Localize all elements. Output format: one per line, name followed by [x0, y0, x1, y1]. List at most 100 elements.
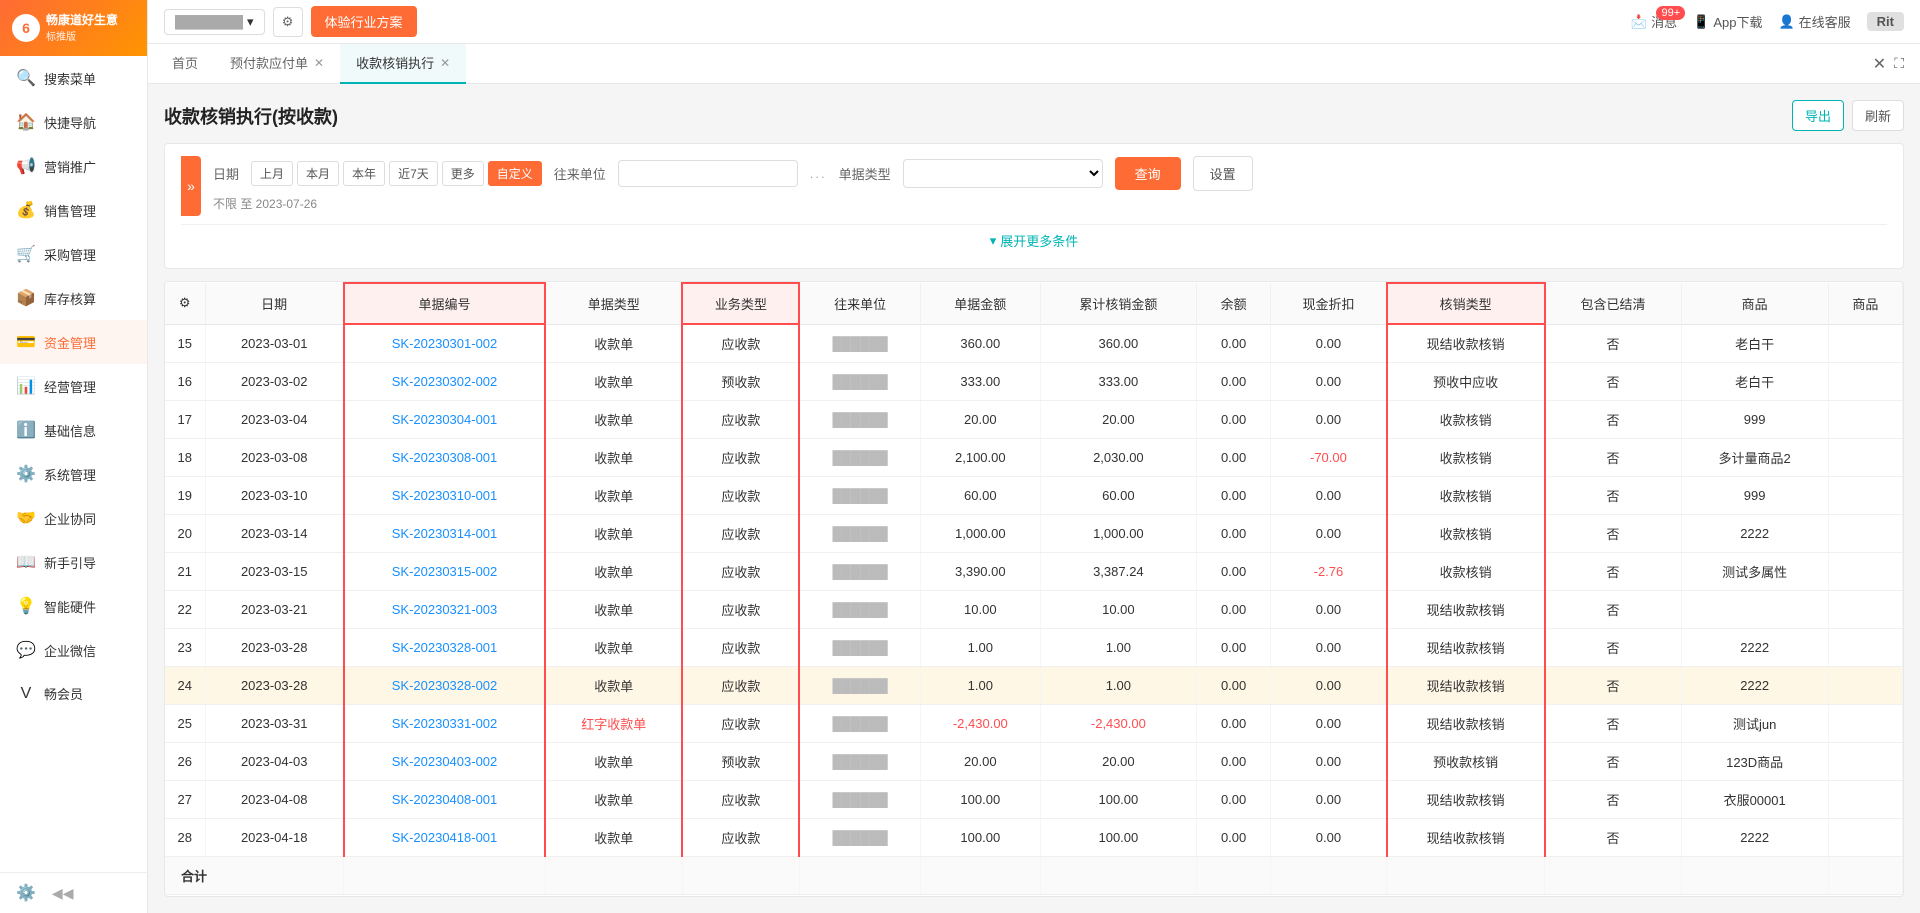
row-voucher-no[interactable]: SK-20230302-002 — [344, 363, 545, 401]
row-product: 999 — [1681, 401, 1828, 439]
message-icon: 📩 — [1631, 14, 1647, 30]
sidebar-item-inventory[interactable]: 📦 库存核算 — [0, 276, 147, 320]
date-btn-last-month[interactable]: 上月 — [251, 161, 293, 186]
tab-home[interactable]: 首页 — [156, 44, 214, 84]
voucher-type-select[interactable] — [903, 159, 1103, 188]
row-amount: 20.00 — [920, 743, 1040, 781]
date-btn-this-year[interactable]: 本年 — [343, 161, 385, 186]
th-settings[interactable]: ⚙ — [165, 283, 205, 324]
gear-button[interactable]: ⚙ — [273, 7, 303, 37]
sidebar: 6 畅康道好生意 标推版 🔍 搜索菜单 🏠 快捷导航 📢 营销推广 💰 销售管理… — [0, 0, 148, 913]
expand-arrow[interactable]: » — [181, 156, 201, 216]
row-biz-type: 应收款 — [682, 629, 799, 667]
row-date: 2023-03-01 — [205, 324, 344, 363]
th-cash-discount: 现金折扣 — [1271, 283, 1387, 324]
app-download-btn[interactable]: 📱 App下载 — [1693, 12, 1762, 31]
row-voucher-no[interactable]: SK-20230321-003 — [344, 591, 545, 629]
row-voucher-no[interactable]: SK-20230315-002 — [344, 553, 545, 591]
sidebar-settings-icon[interactable]: ⚙️ — [16, 883, 36, 903]
row-include-cleared: 否 — [1545, 591, 1682, 629]
row-voucher-no[interactable]: SK-20230301-002 — [344, 324, 545, 363]
sidebar-item-guide[interactable]: 📖 新手引导 — [0, 540, 147, 584]
table-row: 182023-03-08SK-20230308-001收款单应收款██████2… — [165, 439, 1903, 477]
sidebar-item-quick-nav[interactable]: 🏠 快捷导航 — [0, 100, 147, 144]
row-voucher-no[interactable]: SK-20230308-001 — [344, 439, 545, 477]
date-btn-custom[interactable]: 自定义 — [488, 161, 542, 186]
online-service-btn[interactable]: 👤 在线客服 — [1778, 12, 1850, 31]
industry-btn[interactable]: 体验行业方案 — [311, 6, 417, 37]
row-voucher-no[interactable]: SK-20230328-002 — [344, 667, 545, 705]
sidebar-item-wechat[interactable]: 💬 企业微信 — [0, 628, 147, 672]
table-row: 172023-03-04SK-20230304-001收款单应收款██████2… — [165, 401, 1903, 439]
row-amount: 100.00 — [920, 781, 1040, 819]
sidebar-item-sales[interactable]: 💰 销售管理 — [0, 188, 147, 232]
row-voucher-type: 红字收款单 — [545, 705, 682, 743]
filter-settings-btn[interactable]: 设置 — [1193, 156, 1253, 191]
row-writeoff-type: 现结收款核销 — [1387, 667, 1545, 705]
row-date: 2023-03-14 — [205, 515, 344, 553]
row-writeoff-type: 收款核销 — [1387, 477, 1545, 515]
row-voucher-no[interactable]: SK-20230314-001 — [344, 515, 545, 553]
tab-collection[interactable]: 收款核销执行 ✕ — [340, 44, 466, 84]
row-voucher-no[interactable]: SK-20230328-001 — [344, 629, 545, 667]
sidebar-label-purchase: 采购管理 — [44, 245, 96, 264]
partner-input[interactable] — [618, 160, 798, 187]
row-voucher-no[interactable]: SK-20230408-001 — [344, 781, 545, 819]
row-voucher-type: 收款单 — [545, 439, 682, 477]
date-btn-this-month[interactable]: 本月 — [297, 161, 339, 186]
tab-fullscreen-icon[interactable]: ⛶ — [1894, 55, 1904, 72]
refresh-btn[interactable]: 刷新 — [1852, 100, 1904, 131]
row-voucher-no[interactable]: SK-20230331-002 — [344, 705, 545, 743]
sidebar-item-operation[interactable]: 📊 经营管理 — [0, 364, 147, 408]
date-btn-more[interactable]: 更多 — [442, 161, 484, 186]
row-writeoff: 20.00 — [1040, 743, 1196, 781]
sidebar-item-enterprise[interactable]: 🤝 企业协同 — [0, 496, 147, 540]
sidebar-item-member[interactable]: V 畅会员 — [0, 672, 147, 715]
tab-close-icon[interactable]: ✕ — [1873, 54, 1886, 74]
tab-prepay-close[interactable]: ✕ — [314, 56, 324, 70]
query-btn[interactable]: 查询 — [1115, 157, 1181, 190]
row-include-cleared: 否 — [1545, 401, 1682, 439]
sidebar-collapse-icon[interactable]: ◀◀ — [52, 885, 74, 902]
total-product2 — [1828, 857, 1902, 895]
topbar-right: 📩 消息 99+ 📱 App下载 👤 在线客服 Rit — [1631, 12, 1904, 31]
sidebar-item-search[interactable]: 🔍 搜索菜单 — [0, 56, 147, 100]
tab-prepay[interactable]: 预付款应付单 ✕ — [214, 44, 340, 84]
row-writeoff-type: 现结收款核销 — [1387, 591, 1545, 629]
sidebar-item-system[interactable]: ⚙️ 系统管理 — [0, 452, 147, 496]
sidebar-item-basic[interactable]: ℹ️ 基础信息 — [0, 408, 147, 452]
row-partner: ██████ — [799, 705, 920, 743]
row-voucher-no[interactable]: SK-20230418-001 — [344, 819, 545, 857]
wechat-icon: 💬 — [16, 640, 36, 660]
sidebar-item-hardware[interactable]: 💡 智能硬件 — [0, 584, 147, 628]
sidebar-item-finance[interactable]: 💳 资金管理 — [0, 320, 147, 364]
date-btn-7days[interactable]: 近7天 — [389, 161, 438, 186]
total-amount — [920, 857, 1040, 895]
tab-home-label: 首页 — [172, 53, 198, 72]
row-voucher-no[interactable]: SK-20230403-002 — [344, 743, 545, 781]
row-voucher-no[interactable]: SK-20230310-001 — [344, 477, 545, 515]
tabbar: 首页 预付款应付单 ✕ 收款核销执行 ✕ ✕ ⛶ — [148, 44, 1920, 84]
table-row: 222023-03-21SK-20230321-003收款单应收款██████1… — [165, 591, 1903, 629]
expand-more-btn[interactable]: ▾ 展开更多条件 — [181, 224, 1887, 256]
sidebar-item-purchase[interactable]: 🛒 采购管理 — [0, 232, 147, 276]
sidebar-label-finance: 资金管理 — [44, 333, 96, 352]
row-writeoff: 3,387.24 — [1040, 553, 1196, 591]
row-no: 18 — [165, 439, 205, 477]
user-avatar[interactable]: Rit — [1867, 12, 1904, 31]
tab-collection-close[interactable]: ✕ — [440, 56, 450, 70]
message-btn[interactable]: 📩 消息 99+ — [1631, 12, 1677, 31]
row-writeoff-type: 现结收款核销 — [1387, 705, 1545, 743]
sidebar-item-marketing[interactable]: 📢 营销推广 — [0, 144, 147, 188]
voucher-type-label: 单据类型 — [839, 164, 891, 183]
th-product: 商品 — [1681, 283, 1828, 324]
row-voucher-type: 收款单 — [545, 363, 682, 401]
row-product2 — [1828, 819, 1902, 857]
row-balance: 0.00 — [1197, 781, 1271, 819]
row-voucher-no[interactable]: SK-20230304-001 — [344, 401, 545, 439]
row-product: 衣服00001 — [1681, 781, 1828, 819]
company-selector[interactable]: ████████ ▾ — [164, 9, 265, 35]
sidebar-label-guide: 新手引导 — [44, 553, 96, 572]
export-btn[interactable]: 导出 — [1792, 100, 1844, 131]
online-service-label: 在线客服 — [1799, 12, 1851, 31]
